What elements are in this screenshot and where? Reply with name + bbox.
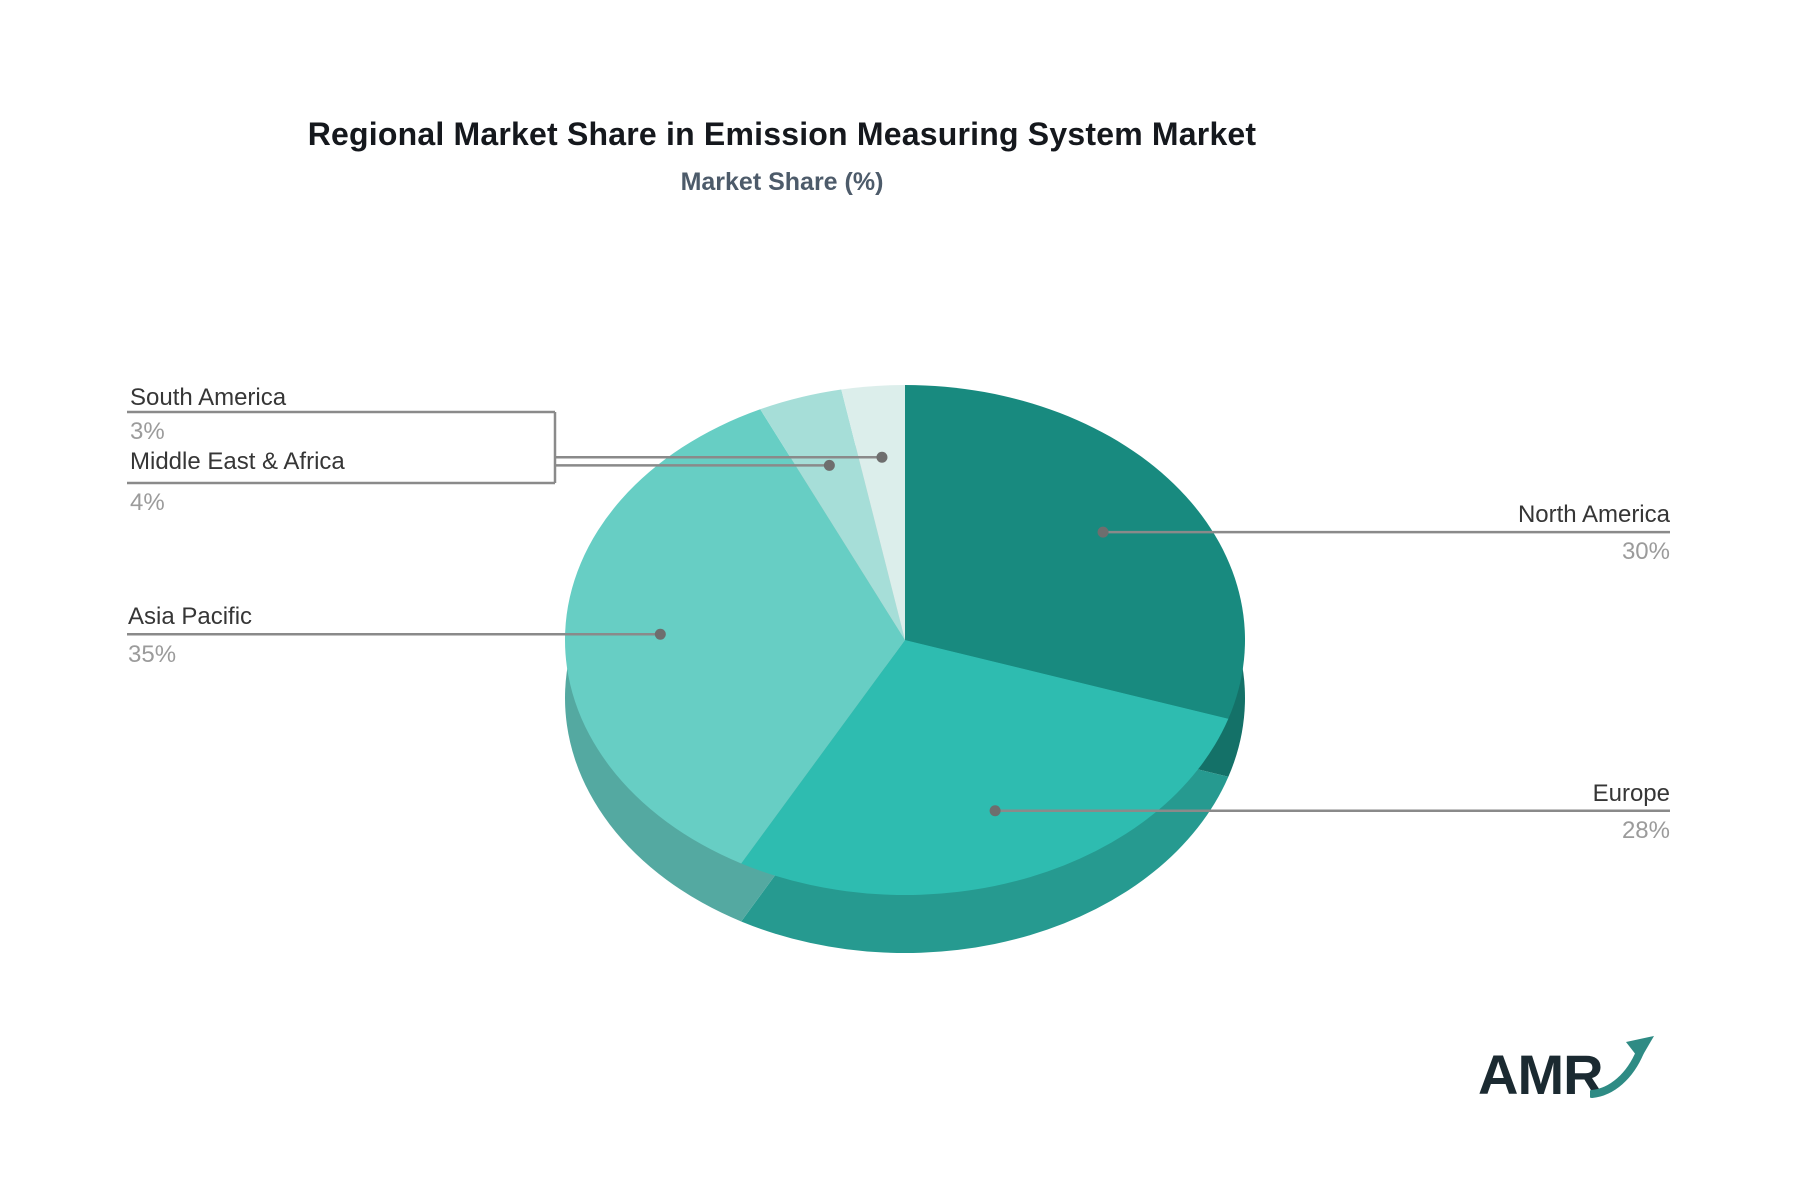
slice-value-europe: 28%: [1621, 817, 1670, 844]
slice-value-south-america: 3%: [130, 418, 165, 445]
label-dot-asia-pacific: [654, 628, 666, 640]
slice-label-asia-pacific: Asia Pacific: [128, 603, 253, 630]
slice-value-asia-pacific: 35%: [128, 641, 177, 668]
slice-label-north-america: North America: [1517, 501, 1670, 528]
slice-label-europe: Europe: [1592, 780, 1670, 807]
label-dot-south-america: [876, 451, 888, 463]
label-dot-middle-east-africa: [823, 459, 835, 471]
chart-canvas: Regional Market Share in Emission Measur…: [0, 0, 1800, 1196]
slice-label-middle-east-africa: Middle East & Africa: [130, 448, 345, 475]
label-dot-europe: [989, 805, 1001, 817]
pie-chart: [127, 385, 1670, 953]
amr-logo-arrow-icon: [1590, 1036, 1654, 1098]
amr-logo-text: AMR: [1478, 1043, 1604, 1106]
label-dot-north-america: [1097, 526, 1109, 538]
slice-value-north-america: 30%: [1621, 538, 1670, 565]
amr-logo: AMR: [1478, 1032, 1678, 1122]
slice-label-south-america: South America: [130, 384, 287, 411]
slice-value-middle-east-africa: 4%: [130, 489, 165, 516]
